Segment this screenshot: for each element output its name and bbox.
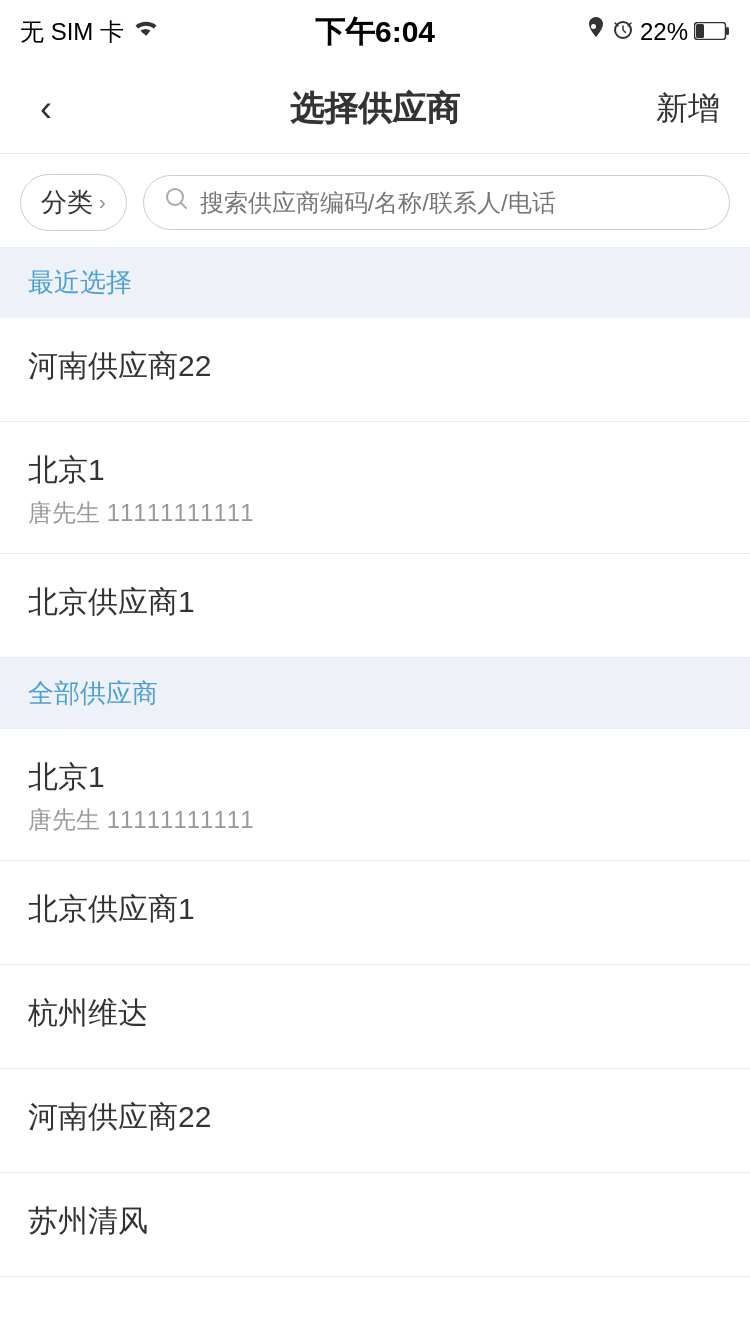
- svg-rect-3: [726, 27, 729, 35]
- list-item[interactable]: 北京供应商1: [0, 554, 750, 658]
- supplier-name: 河南供应商22: [28, 346, 722, 387]
- list-item[interactable]: 苏州清风: [0, 1173, 750, 1277]
- supplier-name: 杭州维达: [28, 993, 722, 1034]
- supplier-name: 苏州清风: [28, 1201, 722, 1242]
- recent-items-list: 河南供应商22 北京1 唐先生 11111111111 北京供应商1: [0, 318, 750, 658]
- supplier-name: 北京1: [28, 450, 722, 491]
- location-icon: [586, 17, 606, 47]
- page-title: 选择供应商: [290, 86, 460, 132]
- status-bar: 无 SIM 卡 下午6:04 22%: [0, 0, 750, 64]
- supplier-name: 河南供应商22: [28, 1097, 722, 1138]
- recent-section-label: 最近选择: [28, 267, 132, 297]
- svg-rect-2: [696, 24, 704, 38]
- search-icon: [164, 186, 190, 219]
- search-bar: [143, 175, 730, 230]
- wifi-icon: [132, 18, 160, 46]
- supplier-name: 北京供应商1: [28, 889, 722, 930]
- supplier-name: 北京供应商1: [28, 582, 722, 623]
- all-section-label: 全部供应商: [28, 678, 158, 708]
- list-item[interactable]: 杭州维达: [0, 965, 750, 1069]
- chevron-right-icon: ›: [99, 191, 106, 214]
- supplier-contact: 唐先生 11111111111: [28, 497, 722, 529]
- supplier-contact: 唐先生 11111111111: [28, 804, 722, 836]
- all-section-header: 全部供应商: [0, 658, 750, 729]
- recent-section-header: 最近选择: [0, 247, 750, 318]
- status-right: 22%: [586, 17, 730, 47]
- status-time: 下午6:04: [315, 12, 435, 53]
- list-item[interactable]: 河南供应商22: [0, 318, 750, 422]
- category-label: 分类: [41, 185, 93, 220]
- list-item[interactable]: 北京1 唐先生 11111111111: [0, 729, 750, 861]
- category-filter-button[interactable]: 分类 ›: [20, 174, 127, 231]
- back-button[interactable]: ‹: [30, 78, 62, 140]
- list-item[interactable]: 北京供应商1: [0, 861, 750, 965]
- battery-level: 22%: [640, 18, 688, 46]
- new-action-button[interactable]: 新增: [656, 87, 720, 131]
- battery-icon: [694, 18, 730, 46]
- list-item[interactable]: 河南供应商22: [0, 1069, 750, 1173]
- list-item[interactable]: 北京1 唐先生 11111111111: [0, 422, 750, 554]
- alarm-icon: [612, 18, 634, 46]
- filter-bar: 分类 ›: [0, 154, 750, 247]
- status-left: 无 SIM 卡: [20, 16, 168, 48]
- all-items-list: 北京1 唐先生 11111111111 北京供应商1 杭州维达河南供应商22 苏州清风: [0, 729, 750, 1277]
- carrier-text: 无 SIM 卡: [20, 16, 124, 48]
- nav-bar: ‹ 选择供应商 新增: [0, 64, 750, 154]
- supplier-name: 北京1: [28, 757, 722, 798]
- search-input[interactable]: [200, 189, 709, 217]
